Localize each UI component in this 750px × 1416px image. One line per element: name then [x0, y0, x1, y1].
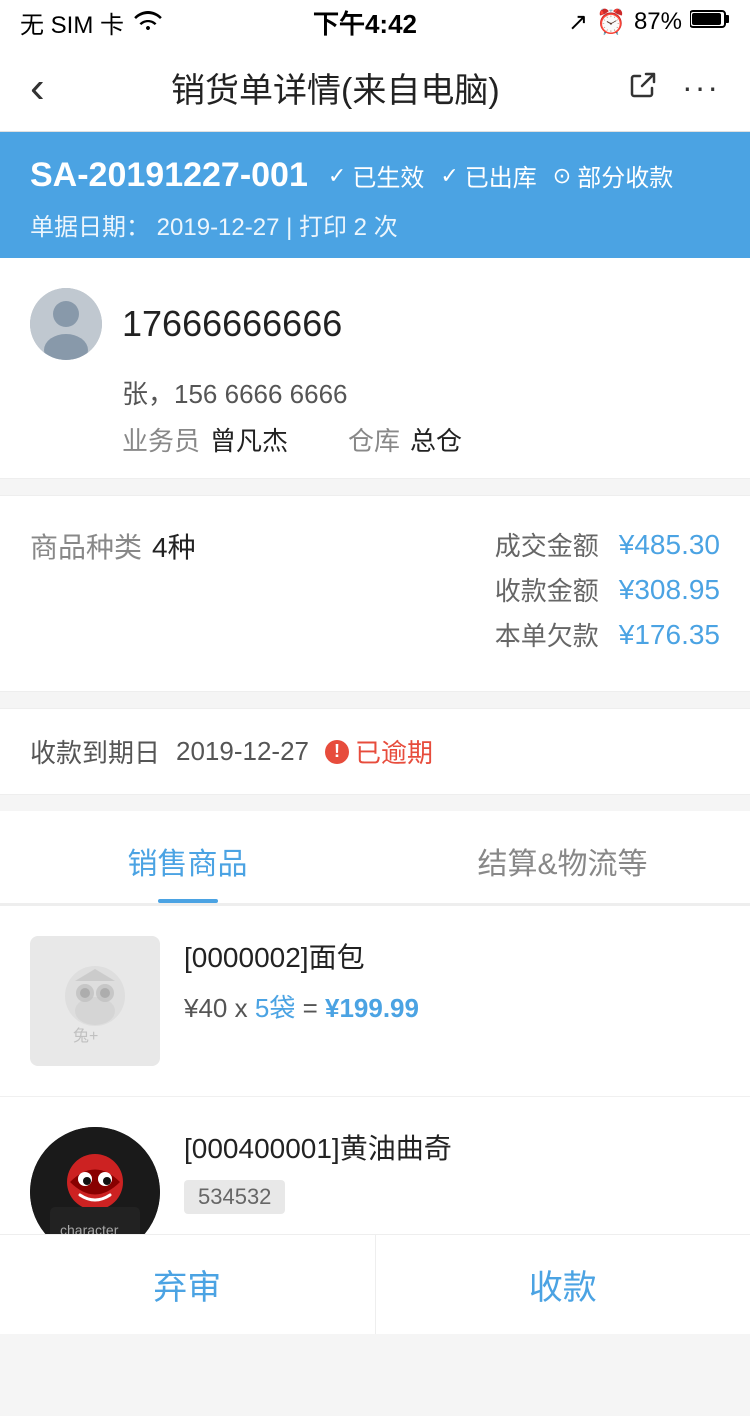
location-icon: ↗ [568, 8, 588, 37]
order-date: 2019-12-27 [157, 214, 280, 241]
product-kind-value: 4种 [152, 526, 196, 566]
salesman-item: 业务员 曾凡杰 [122, 421, 288, 458]
status-left: 无 SIM 卡 [20, 5, 162, 40]
overdue-badge: ! 已逾期 [325, 733, 433, 770]
customer-name-phone: 张，156 6666 6666 [122, 374, 720, 411]
times-1: x [235, 993, 255, 1023]
nav-bar: ‹ 销货单详情(来自电脑) ··· [0, 44, 750, 132]
tab-settlement[interactable]: 结算&物流等 [375, 811, 750, 903]
total-1: ¥199.99 [325, 993, 419, 1023]
page-title: 销货单详情(来自电脑) [171, 63, 500, 112]
price-1: ¥40 [184, 993, 227, 1023]
badge-effective: ✓ 已生效 [328, 158, 424, 193]
equals-1: = [303, 993, 325, 1023]
received-value: ¥308.95 [619, 574, 720, 606]
product-info-1: [0000002]面包 ¥40 x 5袋 = ¥199.99 [184, 936, 720, 1025]
product-kind: 商品种类 4种 [30, 526, 196, 566]
customer-section: 17666666666 张，156 6666 6666 业务员 曾凡杰 仓库 总… [0, 258, 750, 479]
tab-sales-products[interactable]: 销售商品 [0, 811, 375, 903]
share-icon[interactable] [626, 66, 662, 110]
svg-text:兔+: 兔+ [73, 1027, 98, 1045]
more-icon[interactable]: ··· [682, 69, 720, 106]
due-section: 收款到期日 2019-12-27 ! 已逾期 [0, 708, 750, 795]
print-info: | 打印 2 次 [286, 214, 398, 241]
product-name-1: [0000002]面包 [184, 936, 720, 976]
salesman-value: 曾凡杰 [210, 421, 288, 458]
date-label: 单据日期： [30, 214, 150, 241]
battery-icon [690, 8, 730, 36]
carrier-text: 无 SIM 卡 [20, 5, 124, 40]
battery-text: 87% [634, 8, 682, 36]
product-name-2: [000400001]黄油曲奇 [184, 1127, 720, 1167]
status-bar: 无 SIM 卡 下午4:42 ↗ ⏰ 87% [0, 0, 750, 44]
amount-line: 成交金额 ¥485.30 [495, 526, 720, 563]
tabs-section: 销售商品 结算&物流等 [0, 811, 750, 906]
badge-effective-text: 已生效 [352, 158, 424, 193]
debt-line: 本单欠款 ¥176.35 [495, 616, 720, 653]
due-date-value: 2019-12-27 [176, 736, 309, 767]
header-banner: SA-20191227-001 ✓ 已生效 ✓ 已出库 ⊙ 部分收款 单据日期：… [0, 132, 750, 258]
check-icon-2: ✓ [440, 163, 458, 189]
debt-label: 本单欠款 [495, 616, 599, 653]
warehouse-value: 总仓 [410, 421, 462, 458]
due-date-label: 收款到期日 [30, 733, 160, 770]
product-price-1: ¥40 x 5袋 = ¥199.99 [184, 988, 720, 1025]
status-badges: ✓ 已生效 ✓ 已出库 ⊙ 部分收款 [328, 158, 673, 193]
check-icon-1: ✓ [328, 163, 346, 189]
badge-shipped-text: 已出库 [465, 158, 537, 193]
amount-label: 成交金额 [495, 526, 599, 563]
qty-1: 5袋 [255, 993, 295, 1023]
received-line: 收款金额 ¥308.95 [495, 571, 720, 608]
tab-settlement-label: 结算&物流等 [477, 848, 647, 881]
nav-actions: ··· [626, 66, 720, 110]
status-right: ↗ ⏰ 87% [568, 8, 730, 37]
badge-shipped: ✓ 已出库 [440, 158, 536, 193]
debt-value: ¥176.35 [619, 619, 720, 651]
order-id: SA-20191227-001 [30, 156, 308, 195]
warehouse-label: 仓库 [348, 421, 400, 458]
back-button[interactable]: ‹ [30, 63, 45, 113]
salesman-label: 业务员 [122, 421, 200, 458]
summary-section: 商品种类 4种 成交金额 ¥485.30 收款金额 ¥308.95 本单欠款 ¥… [0, 495, 750, 692]
amount-value: ¥485.30 [619, 529, 720, 561]
tab-sales-label: 销售商品 [128, 848, 248, 881]
product-tag-2: 534532 [184, 1180, 285, 1214]
collect-payment-button[interactable]: 收款 [376, 1235, 750, 1334]
badge-partial: ⊙ 部分收款 [553, 158, 673, 193]
bottom-bar: 弃审 收款 [0, 1234, 750, 1334]
status-time: 下午4:42 [313, 4, 417, 41]
badge-partial-text: 部分收款 [577, 158, 673, 193]
customer-meta: 业务员 曾凡杰 仓库 总仓 [122, 421, 720, 458]
product-kind-label: 商品种类 [30, 526, 142, 566]
received-label: 收款金额 [495, 571, 599, 608]
overdue-text: 已逾期 [355, 733, 433, 770]
clock-icon: ⊙ [553, 163, 571, 189]
customer-phone: 17666666666 [122, 303, 342, 345]
wifi-icon [134, 8, 162, 37]
tabs-row: 销售商品 结算&物流等 [0, 811, 750, 905]
amount-summary: 成交金额 ¥485.30 收款金额 ¥308.95 本单欠款 ¥176.35 [495, 526, 720, 661]
overdue-icon: ! [325, 740, 349, 764]
product-thumb-1: 兔+ [30, 936, 160, 1066]
product-item-1: 兔+ [0000002]面包 ¥40 x 5袋 = ¥199.99 [0, 906, 750, 1097]
customer-row: 17666666666 [30, 288, 720, 360]
alarm-icon: ⏰ [596, 8, 626, 37]
order-date-line: 单据日期： 2019-12-27 | 打印 2 次 [30, 207, 720, 242]
avatar [30, 288, 102, 360]
warehouse-item: 仓库 总仓 [348, 421, 462, 458]
cancel-review-button[interactable]: 弃审 [0, 1235, 376, 1334]
